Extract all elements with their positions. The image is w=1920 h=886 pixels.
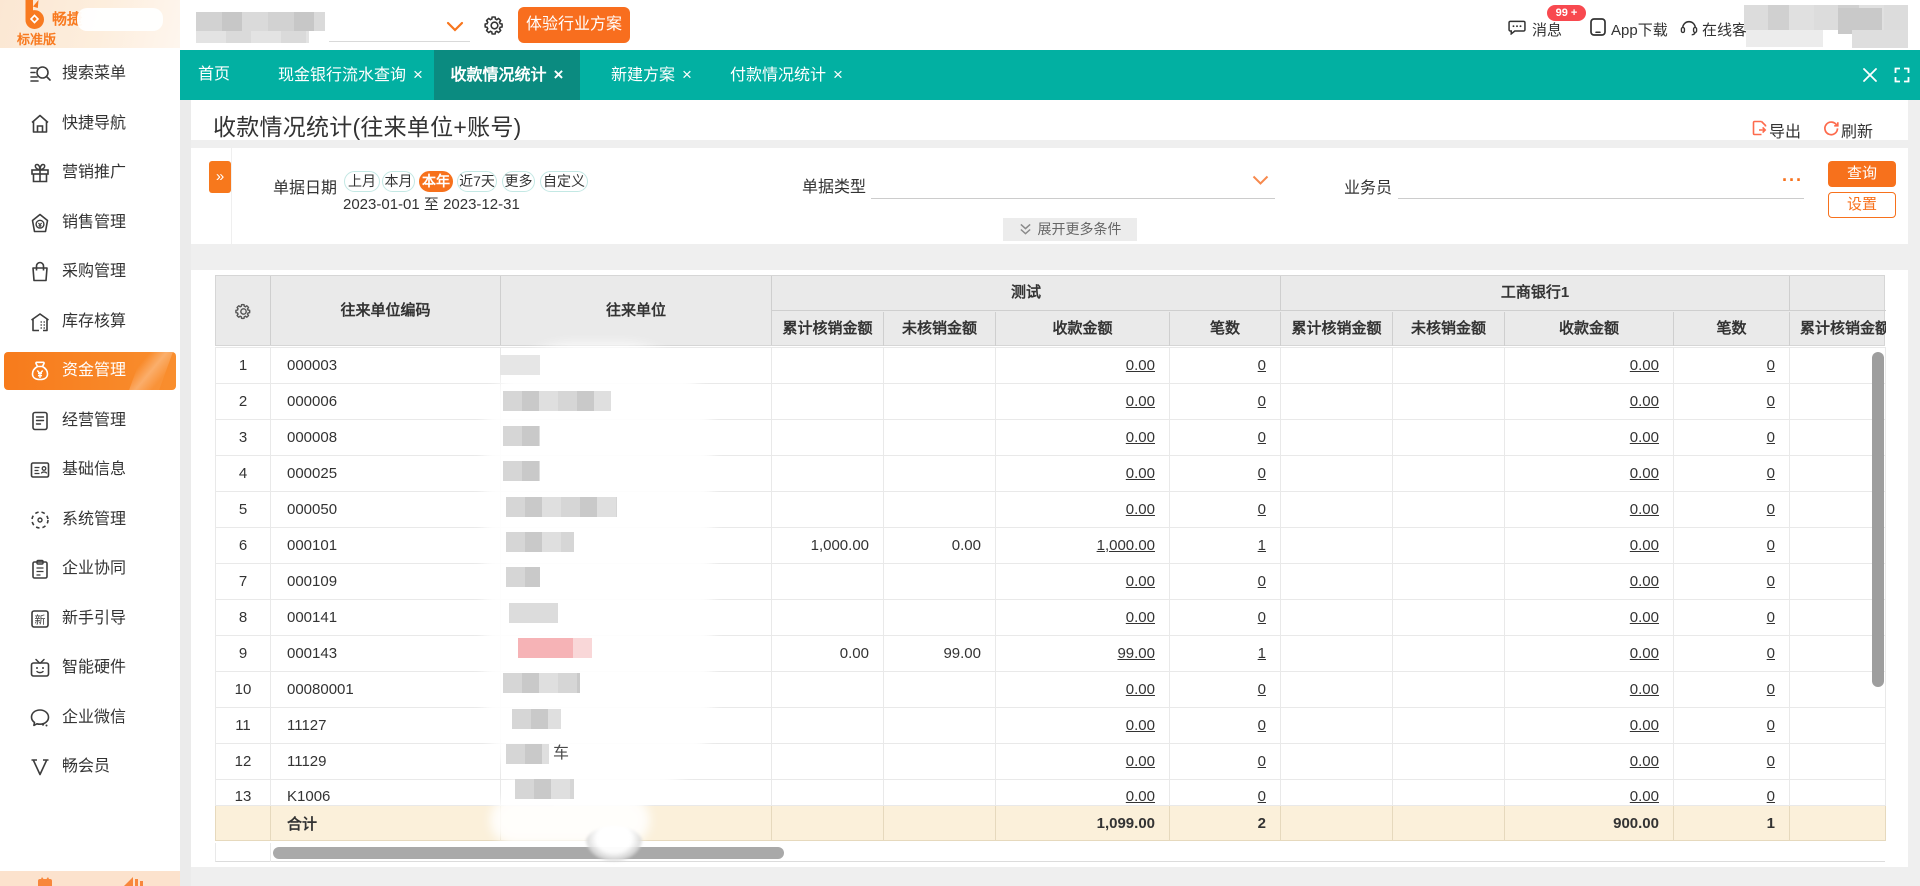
svg-text:新: 新 [35, 613, 46, 627]
